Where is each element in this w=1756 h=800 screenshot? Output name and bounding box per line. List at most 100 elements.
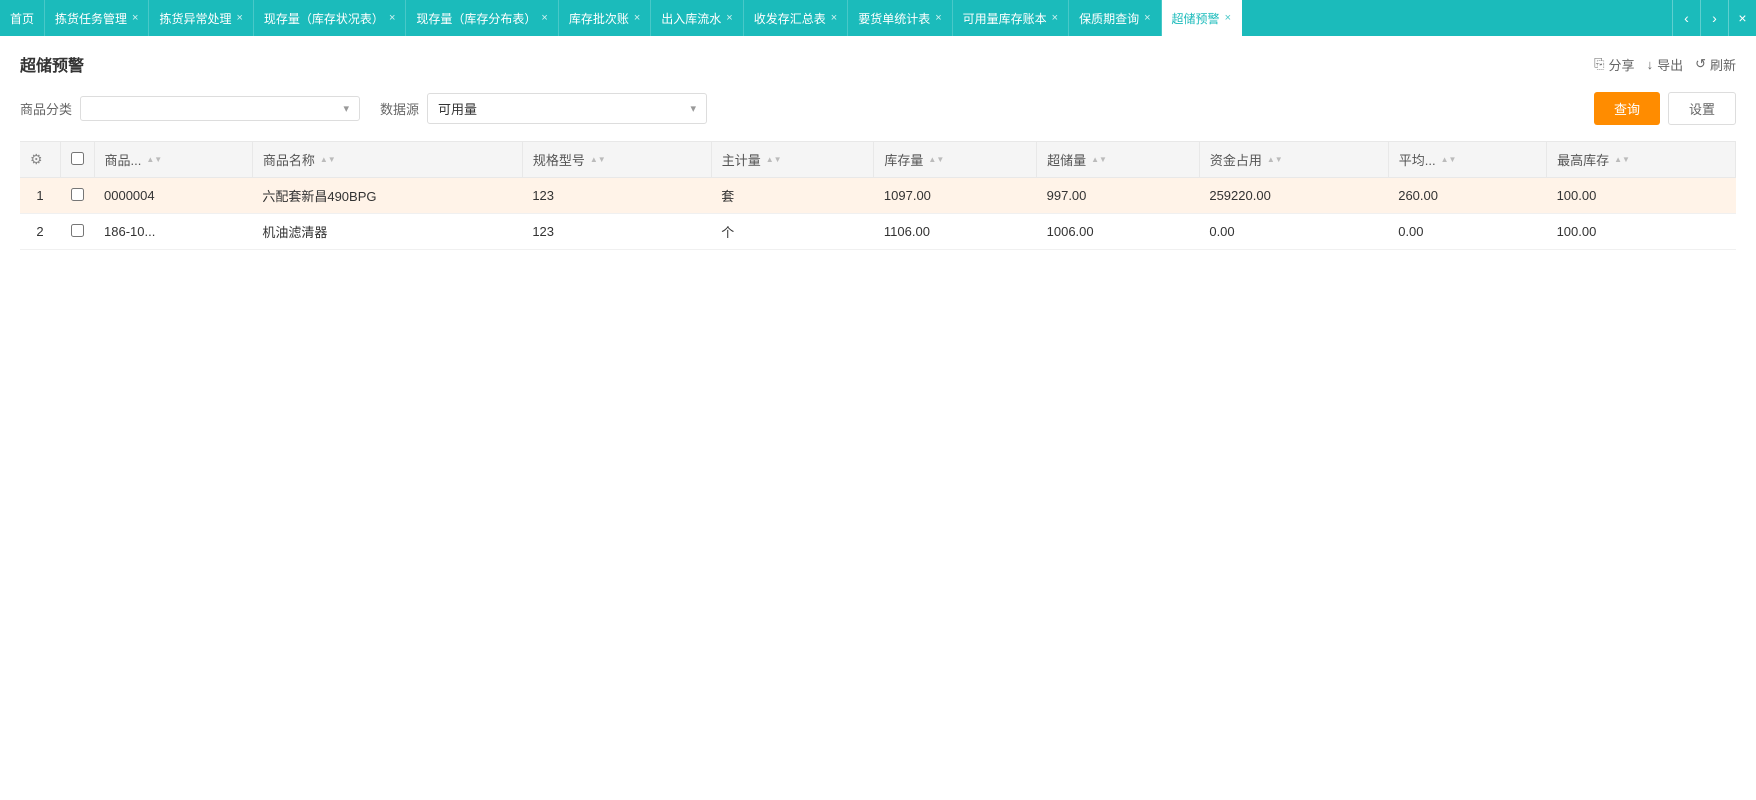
th-stock[interactable]: 库存量 ▲▼ [874,142,1037,178]
cell-stock: 1106.00 [874,214,1037,250]
nav-tab-2[interactable]: 拣货异常处理 × [149,0,253,36]
cell-name: 机油滤清器 [252,214,522,250]
row-checkbox-cell [60,214,94,250]
sort-icon: ▲▼ [1267,156,1283,164]
nav-tab-active[interactable]: 超储预警 × [1162,0,1242,36]
page-container: 超储预警 ⎘ 分享 ↓ 导出 ↺ 刷新 商品分类 ▾ 数据源 [0,36,1756,266]
cell-capital: 259220.00 [1199,178,1388,214]
table-row: 1 0000004 六配套新昌490BPG 123 套 1097.00 997.… [20,178,1736,214]
th-settings: ⚙ [20,142,60,178]
filter-bar: 商品分类 ▾ 数据源 可用量 ▾ 查询 设置 [20,92,1736,125]
nav-tab-8[interactable]: 要货单统计表 × [848,0,952,36]
cell-spec: 123 [522,178,711,214]
gear-icon[interactable]: ⚙ [30,151,43,167]
cell-avg: 0.00 [1388,214,1546,250]
cell-maxstock: 100.00 [1547,214,1736,250]
page-header: 超储预警 ⎘ 分享 ↓ 导出 ↺ 刷新 [20,52,1736,76]
close-icon[interactable]: × [132,12,138,24]
cell-overstock: 1006.00 [1037,214,1200,250]
export-icon: ↓ [1647,57,1654,72]
nav-tab-9[interactable]: 可用量库存账本 × [953,0,1069,36]
row-number: 2 [20,214,60,250]
sort-icon: ▲▼ [1441,156,1457,164]
nav-arrow-left[interactable]: ‹ [1672,0,1700,36]
top-nav: 首页 拣货任务管理 × 拣货异常处理 × 现存量（库存状况表） × 现存量（库存… [0,0,1756,36]
row-checkbox[interactable] [71,188,84,201]
nav-tab-10[interactable]: 保质期查询 × [1069,0,1161,36]
sort-icon: ▲▼ [1614,156,1630,164]
table-header-row: ⚙ 商品... ▲▼ 商品名称 ▲▼ [20,142,1736,178]
close-icon[interactable]: × [1225,12,1231,24]
settings-button[interactable]: 设置 [1668,92,1736,125]
cell-unit: 个 [711,214,874,250]
th-overstock[interactable]: 超储量 ▲▼ [1037,142,1200,178]
nav-arrows: ‹ › × [1672,0,1756,36]
cell-unit: 套 [711,178,874,214]
nav-tab-4[interactable]: 现存量（库存分布表） × [406,0,558,36]
datasource-filter: 数据源 可用量 ▾ [380,93,707,124]
share-icon: ⎘ [1594,56,1604,72]
category-select[interactable]: ▾ [80,96,360,121]
table-row: 2 186-10... 机油滤清器 123 个 1106.00 1006.00 … [20,214,1736,250]
close-icon[interactable]: × [1144,12,1150,24]
table-body: 1 0000004 六配套新昌490BPG 123 套 1097.00 997.… [20,178,1736,250]
cell-maxstock: 100.00 [1547,178,1736,214]
th-avg[interactable]: 平均... ▲▼ [1388,142,1546,178]
cell-overstock: 997.00 [1037,178,1200,214]
sort-icon: ▲▼ [320,156,336,164]
th-unit[interactable]: 主计量 ▲▼ [711,142,874,178]
cell-name: 六配套新昌490BPG [252,178,522,214]
query-button[interactable]: 查询 [1594,92,1660,125]
chevron-down-icon: ▾ [343,102,349,115]
data-table: ⚙ 商品... ▲▼ 商品名称 ▲▼ [20,141,1736,250]
nav-tab-5[interactable]: 库存批次账 × [559,0,651,36]
cell-avg: 260.00 [1388,178,1546,214]
page-title: 超储预警 [20,52,84,76]
close-icon[interactable]: × [831,12,837,24]
header-actions: ⎘ 分享 ↓ 导出 ↺ 刷新 [1594,55,1736,74]
close-icon[interactable]: × [541,12,547,24]
select-all-checkbox[interactable] [71,152,84,165]
cell-stock: 1097.00 [874,178,1037,214]
close-icon[interactable]: × [935,12,941,24]
refresh-button[interactable]: ↺ 刷新 [1695,55,1736,74]
row-checkbox-cell [60,178,94,214]
refresh-icon: ↺ [1695,56,1706,72]
datasource-select[interactable]: 可用量 ▾ [427,93,707,124]
th-capital[interactable]: 资金占用 ▲▼ [1199,142,1388,178]
category-label: 商品分类 [20,99,72,118]
sort-icon: ▲▼ [928,156,944,164]
th-code[interactable]: 商品... ▲▼ [94,142,252,178]
close-icon[interactable]: × [1052,12,1058,24]
export-button[interactable]: ↓ 导出 [1647,55,1684,74]
close-icon[interactable]: × [634,12,640,24]
nav-arrow-right[interactable]: › [1700,0,1728,36]
sort-icon: ▲▼ [146,156,162,164]
nav-tab-7[interactable]: 收发存汇总表 × [744,0,848,36]
datasource-value: 可用量 [438,99,477,118]
th-spec[interactable]: 规格型号 ▲▼ [522,142,711,178]
cell-code: 0000004 [94,178,252,214]
nav-tab-3[interactable]: 现存量（库存状况表） × [254,0,406,36]
th-checkbox [60,142,94,178]
share-button[interactable]: ⎘ 分享 [1594,55,1634,74]
th-maxstock[interactable]: 最高库存 ▲▼ [1547,142,1736,178]
nav-tab-home[interactable]: 首页 [0,0,45,36]
chevron-down-icon: ▾ [691,102,697,115]
nav-arrow-more[interactable]: × [1728,0,1756,36]
row-number: 1 [20,178,60,214]
cell-spec: 123 [522,214,711,250]
nav-tab-6[interactable]: 出入库流水 × [651,0,743,36]
cell-capital: 0.00 [1199,214,1388,250]
close-icon[interactable]: × [726,12,732,24]
category-filter: 商品分类 ▾ [20,96,360,121]
close-icon[interactable]: × [389,12,395,24]
cell-code: 186-10... [94,214,252,250]
nav-tab-1[interactable]: 拣货任务管理 × [45,0,149,36]
row-checkbox[interactable] [71,224,84,237]
filter-actions: 查询 设置 [1594,92,1736,125]
close-icon[interactable]: × [236,12,242,24]
sort-icon: ▲▼ [766,156,782,164]
sort-icon: ▲▼ [590,156,606,164]
th-name[interactable]: 商品名称 ▲▼ [252,142,522,178]
